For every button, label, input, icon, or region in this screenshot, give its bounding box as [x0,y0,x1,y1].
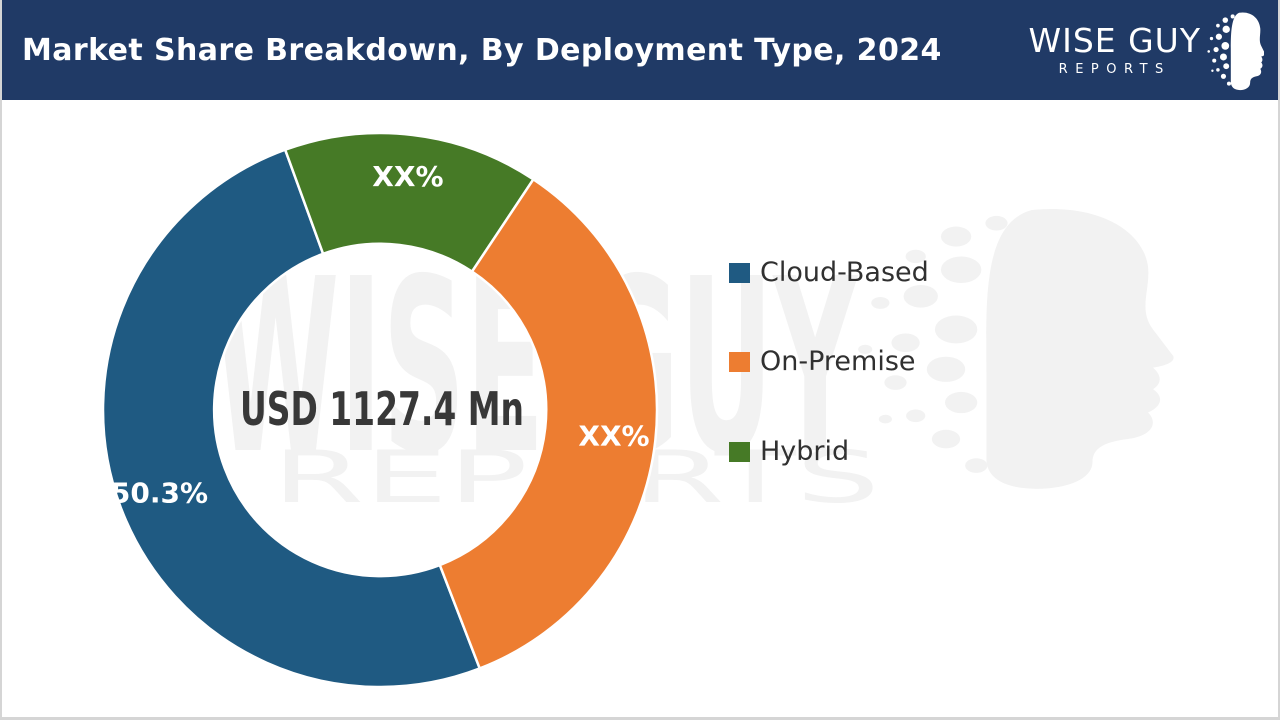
legend-item-on-premise: On-Premise [729,348,916,376]
legend-swatch-cloud-based [729,263,750,283]
segment-value-label-on-premise: XX% [578,420,649,453]
legend-label: Cloud-Based [760,257,929,288]
brand-logo-text: WISE GUY REPORTS [1028,21,1201,78]
page-title: Market Share Breakdown, By Deployment Ty… [22,32,942,68]
segment-value-label-hybrid: XX% [372,160,443,193]
legend-item-cloud-based: Cloud-Based [729,259,929,287]
legend-item-hybrid: Hybrid [729,438,849,466]
legend-swatch-hybrid [729,442,750,462]
segment-value-label-cloud-based: 50.3% [111,477,208,510]
brand-logo: WISE GUY REPORTS [1028,9,1264,91]
donut-center-value: USD 1127.4 Mn [240,382,524,436]
report-canvas: WISE GUY REPORTS 50.3% XX% XX% USD 1127.4 … [0,0,1280,720]
background-watermark: WISE GUY REPORTS [212,208,1174,519]
chart-area: WISE GUY REPORTS 50.3% XX% XX% USD 1127.4 … [101,131,1174,689]
brand-head-icon [1207,11,1264,90]
brand-wordmark: WISE GUY [1028,21,1201,60]
legend-swatch-on-premise [729,352,750,372]
legend-label: Hybrid [760,436,850,467]
brand-subtext: REPORTS [1058,62,1171,77]
legend-label: On-Premise [760,346,916,377]
header-bar: Market Share Breakdown, By Deployment Ty… [0,0,1280,100]
